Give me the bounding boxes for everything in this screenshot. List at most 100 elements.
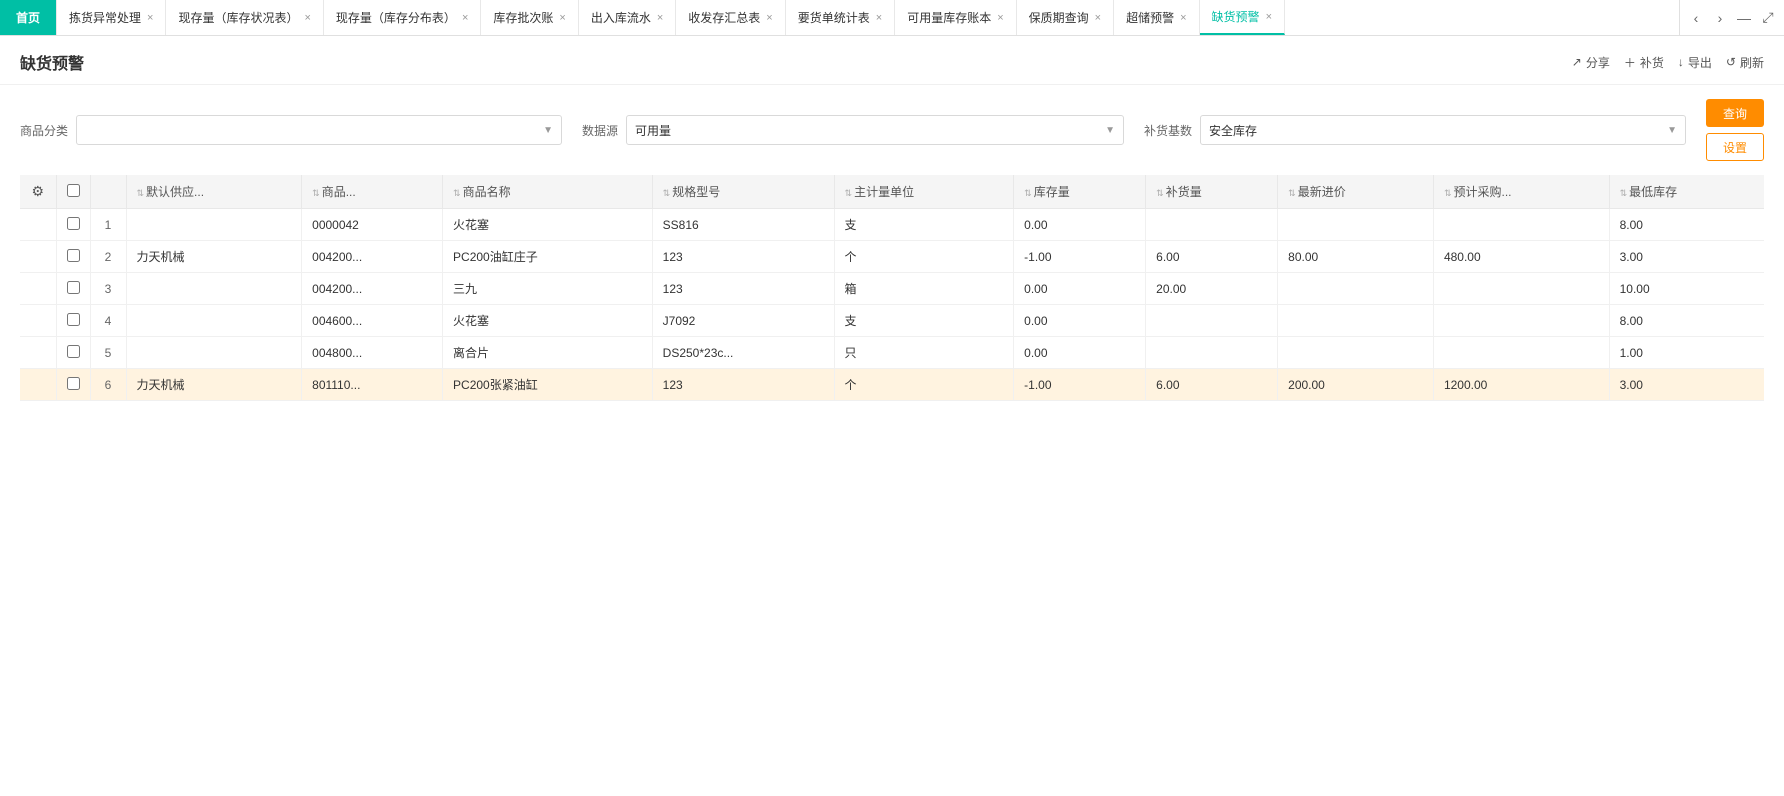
page-content: 缺货预警 ↗ 分享 ＋ 补货 ↓ 导出 ↺ 刷新 商品分类 [0,36,1784,796]
tab-available-ledger[interactable]: 可用量库存账本× [895,0,1016,35]
replenish-button[interactable]: ＋ 补货 [1624,54,1664,71]
row-checkbox-cell[interactable] [56,273,90,305]
table-header: ⚙⇅默认供应...⇅商品...⇅商品名称⇅规格型号⇅主计量单位⇅库存量⇅补货量⇅… [20,175,1764,209]
tab-exception[interactable]: 拣货异常处理 × [57,0,166,35]
filter-bar: 商品分类 ▼ 数据源 可用量 ▼ 补货基数 安全库存 ▼ 查询 设置 [0,85,1784,175]
col-name-header[interactable]: ⇅商品名称 [443,175,653,209]
row-estPurchase-cell [1433,273,1609,305]
col-latestPrice-header[interactable]: ⇅最新进价 [1278,175,1434,209]
row-unit-cell: 支 [834,209,1014,241]
table-row: 10000042火花塞SS816支0.008.00 [20,209,1764,241]
row-latestPrice-cell: 200.00 [1278,369,1434,401]
tab-close-inventory-dist[interactable]: × [462,12,468,24]
row-num-cell: 2 [90,241,126,273]
tab-minimize-btn[interactable]: — [1732,6,1756,30]
row-unit-cell: 个 [834,369,1014,401]
row-replenish-cell [1146,337,1278,369]
tab-order-stats[interactable]: 要货单统计表 × [786,0,895,35]
category-filter-group: 商品分类 ▼ [20,115,562,145]
row-stock-cell: -1.00 [1014,241,1146,273]
col-spec-header[interactable]: ⇅规格型号 [652,175,834,209]
row-stock-cell: 0.00 [1014,305,1146,337]
settings-button[interactable]: 设置 [1706,133,1764,161]
row-unit-cell: 箱 [834,273,1014,305]
tab-label-exception: 拣货异常处理 [69,9,141,26]
tab-close-exception[interactable]: × [147,12,153,24]
row-checkbox[interactable] [67,249,80,262]
replenish-base-dropdown-icon: ▼ [1667,125,1677,136]
row-estPurchase-cell [1433,209,1609,241]
row-checkbox-cell[interactable] [56,337,90,369]
row-checkbox[interactable] [67,281,80,294]
row-checkbox[interactable] [67,313,80,326]
col-stock-header[interactable]: ⇅库存量 [1014,175,1146,209]
tab-inout-flow[interactable]: 出入库流水 × [579,0,676,35]
tab-close-expiry-query[interactable]: × [1095,12,1101,24]
col-unit-header[interactable]: ⇅主计量单位 [834,175,1014,209]
tab-prev-btn[interactable]: ‹ [1684,6,1708,30]
gear-icon[interactable]: ⚙ [31,183,44,199]
replenish-base-select[interactable]: 安全库存 ▼ [1200,115,1686,145]
page-title: 缺货预警 [20,50,84,74]
query-button[interactable]: 查询 [1706,99,1764,127]
tab-overstock[interactable]: 超储预警× [1114,0,1199,35]
row-supplier-cell [126,209,302,241]
tab-close-order-stats[interactable]: × [876,12,882,24]
sort-icon-supplier: ⇅ [137,188,145,198]
tab-home[interactable]: 首页 [0,0,57,35]
row-replenish-cell [1146,209,1278,241]
replenish-base-label: 补货基数 [1144,122,1192,139]
datasource-select[interactable]: 可用量 ▼ [626,115,1124,145]
tab-close-batch-account[interactable]: × [559,12,565,24]
row-spec-cell: SS816 [652,209,834,241]
col-minStock-header[interactable]: ⇅最低库存 [1609,175,1764,209]
col-supplier-header[interactable]: ⇅默认供应... [126,175,302,209]
tab-inventory-status[interactable]: 现存量（库存状况表）× [166,0,323,35]
row-settings-cell [20,369,56,401]
row-minStock-cell: 1.00 [1609,337,1764,369]
tab-close-available-ledger[interactable]: × [997,12,1003,24]
row-checkbox-cell[interactable] [56,241,90,273]
tab-close-shortage[interactable]: × [1266,11,1272,23]
tab-shortage[interactable]: 缺货预警× [1200,0,1285,35]
col-checkbox-header[interactable] [56,175,90,209]
row-num-cell: 3 [90,273,126,305]
tab-inventory-dist[interactable]: 现存量（库存分布表）× [324,0,481,35]
category-select[interactable]: ▼ [76,115,562,145]
row-name-cell: 三九 [443,273,653,305]
row-checkbox-cell[interactable] [56,369,90,401]
col-settings[interactable]: ⚙ [20,175,56,209]
select-all-checkbox[interactable] [67,184,80,197]
row-minStock-cell: 3.00 [1609,241,1764,273]
tab-next-btn[interactable]: › [1708,6,1732,30]
tab-label-inout-flow: 出入库流水 [591,9,651,26]
tab-close-inout-flow[interactable]: × [657,12,663,24]
tab-close-receive-summary[interactable]: × [766,12,772,24]
row-checkbox-cell[interactable] [56,209,90,241]
export-button[interactable]: ↓ 导出 [1678,54,1712,71]
row-checkbox[interactable] [67,217,80,230]
sort-icon-replenish: ⇅ [1156,188,1164,198]
page-header: 缺货预警 ↗ 分享 ＋ 补货 ↓ 导出 ↺ 刷新 [0,36,1784,85]
refresh-button[interactable]: ↺ 刷新 [1726,54,1764,71]
row-checkbox[interactable] [67,345,80,358]
tab-fullscreen-btn[interactable]: ⤢ [1756,6,1780,30]
row-name-cell: PC200油缸庄子 [443,241,653,273]
row-checkbox-cell[interactable] [56,305,90,337]
tab-receive-summary[interactable]: 收发存汇总表× [676,0,785,35]
row-spec-cell: 123 [652,241,834,273]
tab-label-home: 首页 [16,9,40,26]
tab-expiry-query[interactable]: 保质期查询× [1017,0,1114,35]
share-button[interactable]: ↗ 分享 [1572,54,1610,71]
replenish-icon: ＋ [1624,54,1636,71]
row-code-cell: 801110... [302,369,443,401]
sort-icon-unit: ⇅ [845,188,853,198]
tab-label-order-stats: 要货单统计表 [798,9,870,26]
tab-close-overstock[interactable]: × [1180,12,1186,24]
tab-close-inventory-status[interactable]: × [304,12,310,24]
tab-batch-account[interactable]: 库存批次账× [481,0,578,35]
row-checkbox[interactable] [67,377,80,390]
col-estPurchase-header[interactable]: ⇅预计采购... [1433,175,1609,209]
col-replenish-header[interactable]: ⇅补货量 [1146,175,1278,209]
col-code-header[interactable]: ⇅商品... [302,175,443,209]
